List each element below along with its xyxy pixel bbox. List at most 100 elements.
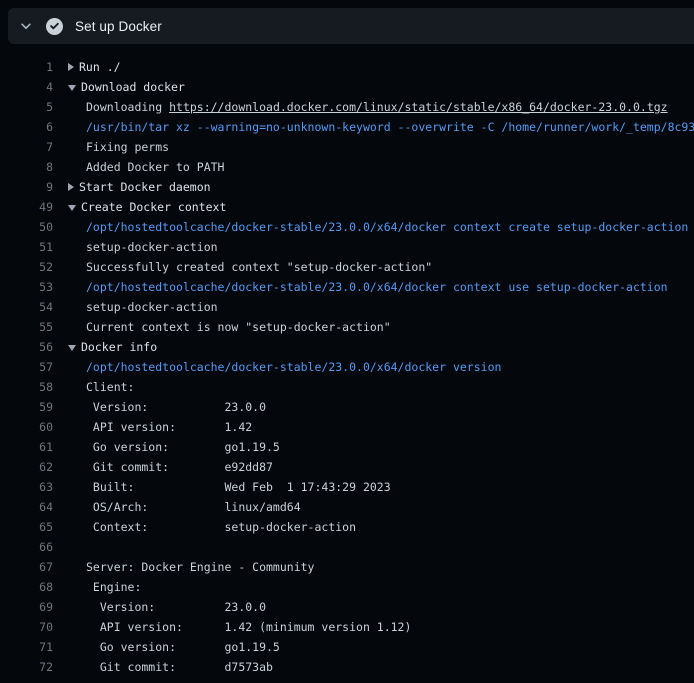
log-line: 53/opt/hostedtoolcache/docker-stable/23.… <box>0 277 694 297</box>
log-line: 5 Downloading https://download.docker.com… <box>0 97 694 117</box>
log-text: Server: Docker Engine - Community <box>86 557 314 577</box>
workflow-log-viewer: Set up Docker 1 Run ./ 4 Download docker 5 Do… <box>0 0 694 683</box>
chevron-right-icon <box>68 63 74 71</box>
log-line: 57/opt/hostedtoolcache/docker-stable/23.… <box>0 357 694 377</box>
log-text: Client: <box>86 377 134 397</box>
group-title: Run ./ <box>79 57 121 77</box>
step-header[interactable]: Set up Docker <box>8 8 694 44</box>
log-line: 59 Version: 23.0.0 <box>0 397 694 417</box>
line-number[interactable]: 68 <box>0 577 53 597</box>
log-text: Version: 23.0.0 <box>86 597 266 617</box>
group-header[interactable]: Download docker <box>68 77 185 97</box>
log-line: 61 Go version: go1.19.5 <box>0 437 694 457</box>
log-line: 67 Server: Docker Engine - Community <box>0 557 694 577</box>
log-text: Git commit: d7573ab <box>86 657 273 677</box>
chevron-down-icon <box>68 205 76 211</box>
line-number[interactable]: 6 <box>0 117 53 137</box>
group-title: Create Docker context <box>81 197 226 217</box>
line-number[interactable]: 5 <box>0 97 53 117</box>
log-text: Built: Wed Feb 1 17:43:29 2023 <box>86 477 391 497</box>
log-group-line[interactable]: 49 Create Docker context <box>0 197 694 217</box>
line-number[interactable]: 54 <box>0 297 53 317</box>
log-line: 54 setup-docker-action <box>0 297 694 317</box>
line-number[interactable]: 60 <box>0 417 53 437</box>
line-number[interactable]: 4 <box>0 77 53 97</box>
line-number[interactable]: 63 <box>0 477 53 497</box>
line-number[interactable]: 67 <box>0 557 53 577</box>
log-text: API version: 1.42 <box>86 417 252 437</box>
log-command-text: /opt/hostedtoolcache/docker-stable/23.0.… <box>86 357 501 377</box>
log-text: setup-docker-action <box>86 237 218 257</box>
log-group-line[interactable]: 56 Docker info <box>0 337 694 357</box>
log-text: Version: 23.0.0 <box>86 397 266 417</box>
line-number[interactable]: 8 <box>0 157 53 177</box>
line-number[interactable]: 52 <box>0 257 53 277</box>
log-line: 6/usr/bin/tar xz --warning=no-unknown-ke… <box>0 117 694 137</box>
line-number[interactable]: 51 <box>0 237 53 257</box>
line-number[interactable]: 55 <box>0 317 53 337</box>
log-text: Go version: go1.19.5 <box>86 637 280 657</box>
log-line: 50/opt/hostedtoolcache/docker-stable/23.… <box>0 217 694 237</box>
log-line: 52 Successfully created context "setup-do… <box>0 257 694 277</box>
log-line: 8 Added Docker to PATH <box>0 157 694 177</box>
log-line: 64 OS/Arch: linux/amd64 <box>0 497 694 517</box>
log-group-line[interactable]: 1 Run ./ <box>0 57 694 77</box>
log-text: setup-docker-action <box>86 297 218 317</box>
log-text: Added Docker to PATH <box>86 157 224 177</box>
group-header[interactable]: Start Docker daemon <box>68 177 211 197</box>
line-number[interactable]: 50 <box>0 217 53 237</box>
log-line: 66 <box>0 537 694 557</box>
log-line: 55Current context is now "setup-docker-a… <box>0 317 694 337</box>
log-text: Fixing perms <box>86 137 169 157</box>
chevron-down-icon[interactable] <box>19 19 33 33</box>
line-number[interactable]: 58 <box>0 377 53 397</box>
log-command-text: /usr/bin/tar xz --warning=no-unknown-key… <box>86 117 694 137</box>
log-line: 72 Git commit: d7573ab <box>0 657 694 677</box>
line-number[interactable]: 7 <box>0 137 53 157</box>
line-number[interactable]: 72 <box>0 657 53 677</box>
group-header[interactable]: Docker info <box>68 337 157 357</box>
log-line: 63 Built: Wed Feb 1 17:43:29 2023 <box>0 477 694 497</box>
log-line: 71 Go version: go1.19.5 <box>0 637 694 657</box>
line-number[interactable]: 65 <box>0 517 53 537</box>
group-title: Download docker <box>81 77 185 97</box>
group-title: Docker info <box>81 337 157 357</box>
line-number[interactable]: 49 <box>0 197 53 217</box>
log-group-line[interactable]: 9 Start Docker daemon <box>0 177 694 197</box>
log-line: 70 API version: 1.42 (minimum version 1.… <box>0 617 694 637</box>
log-line: 7 Fixing perms <box>0 137 694 157</box>
log-text: Downloading https://download.docker.com/… <box>86 97 668 117</box>
line-number[interactable]: 71 <box>0 637 53 657</box>
log-line: 60 API version: 1.42 <box>0 417 694 437</box>
line-number[interactable]: 62 <box>0 457 53 477</box>
log-text: API version: 1.42 (minimum version 1.12) <box>86 617 411 637</box>
log-link[interactable]: https://download.docker.com/linux/static… <box>169 100 668 114</box>
line-number[interactable]: 59 <box>0 397 53 417</box>
chevron-down-icon <box>68 345 76 351</box>
log-command-text: /opt/hostedtoolcache/docker-stable/23.0.… <box>86 277 668 297</box>
line-number[interactable]: 1 <box>0 57 53 77</box>
log-container: 1 Run ./ 4 Download docker 5 Downloading http… <box>0 44 694 683</box>
line-number[interactable]: 9 <box>0 177 53 197</box>
log-line: 69 Version: 23.0.0 <box>0 597 694 617</box>
line-number[interactable]: 70 <box>0 617 53 637</box>
line-number[interactable]: 69 <box>0 597 53 617</box>
log-text: Engine: <box>86 577 141 597</box>
line-number[interactable]: 57 <box>0 357 53 377</box>
group-header[interactable]: Run ./ <box>68 57 121 77</box>
line-number[interactable]: 61 <box>0 437 53 457</box>
log-line: 68 Engine: <box>0 577 694 597</box>
log-line: 51 setup-docker-action <box>0 237 694 257</box>
line-number[interactable]: 56 <box>0 337 53 357</box>
log-text: OS/Arch: linux/amd64 <box>86 497 301 517</box>
log-text: Context: setup-docker-action <box>86 517 356 537</box>
log-group-line[interactable]: 4 Download docker <box>0 77 694 97</box>
line-number[interactable]: 64 <box>0 497 53 517</box>
log-text: Git commit: e92dd87 <box>86 457 273 477</box>
chevron-down-icon <box>68 85 76 91</box>
log-line: 58 Client: <box>0 377 694 397</box>
line-number[interactable]: 66 <box>0 537 53 557</box>
line-number[interactable]: 53 <box>0 277 53 297</box>
group-header[interactable]: Create Docker context <box>68 197 226 217</box>
log-text: Successfully created context "setup-dock… <box>86 257 432 277</box>
